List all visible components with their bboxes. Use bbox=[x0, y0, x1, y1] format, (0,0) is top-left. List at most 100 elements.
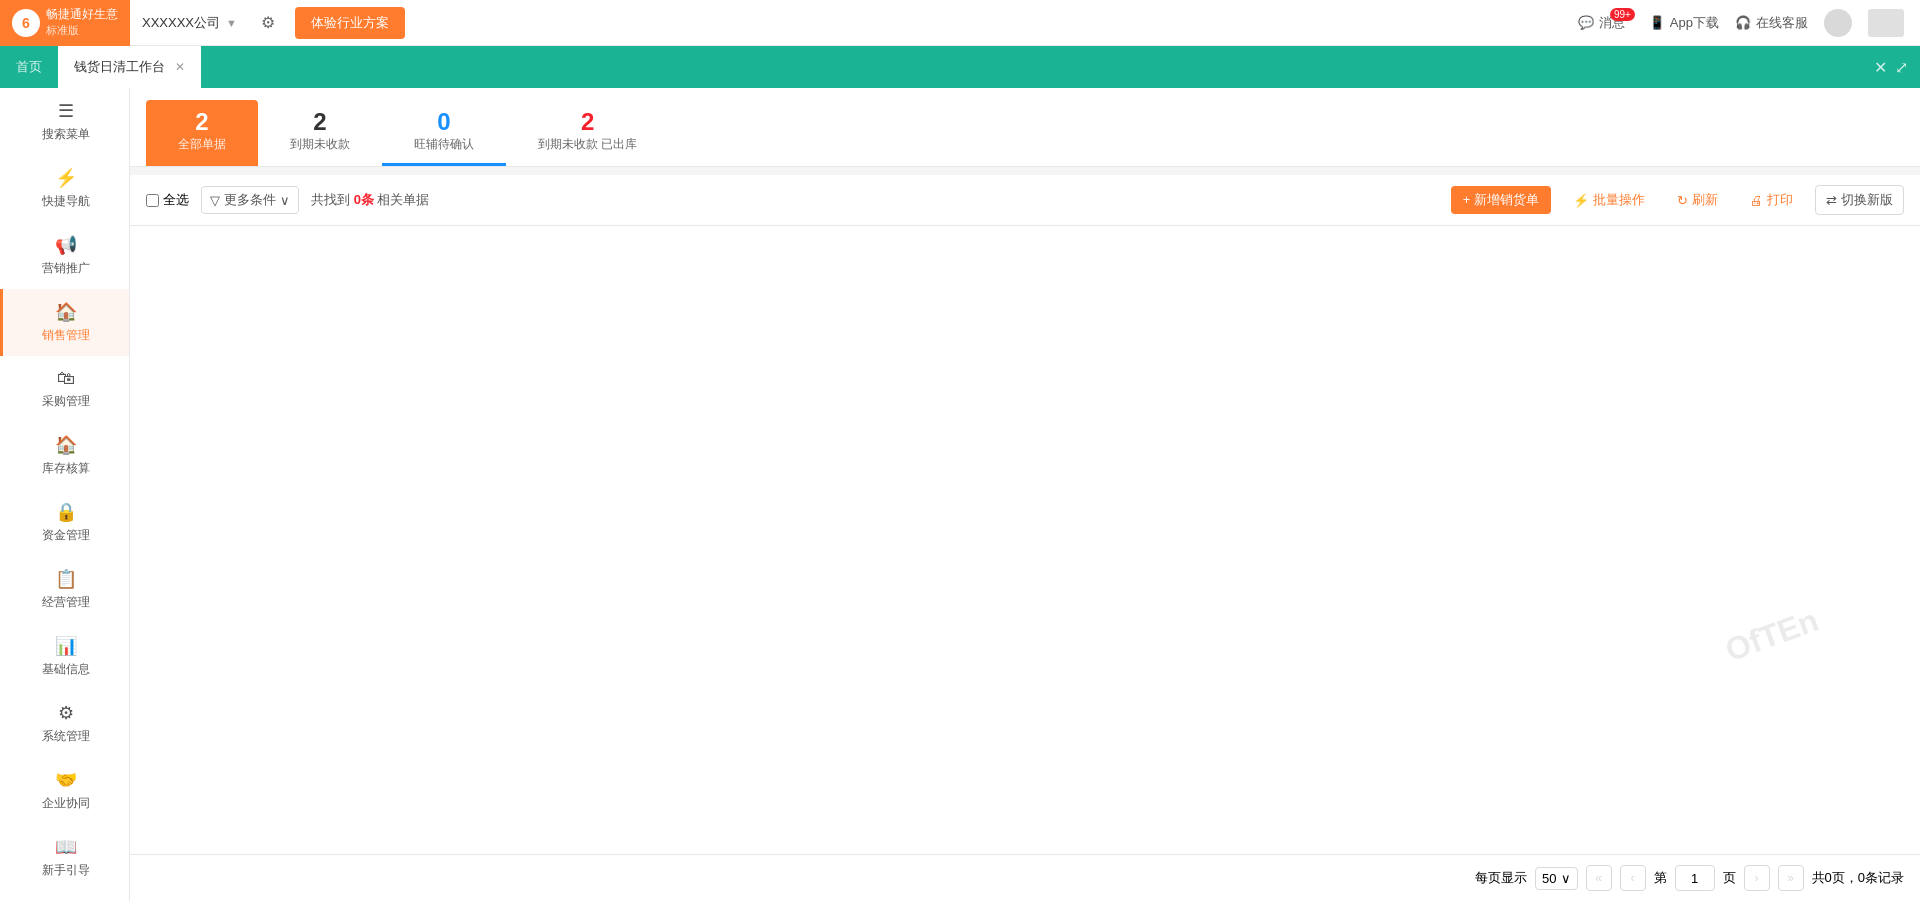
enterprise-icon: 🤝 bbox=[55, 769, 77, 791]
base-info-icon: 📊 bbox=[55, 635, 77, 657]
company-name: XXXXXX公司 bbox=[142, 14, 220, 32]
sidebar-item-search-label: 搜索菜单 bbox=[42, 126, 90, 143]
watermark: OfTEn bbox=[1721, 602, 1824, 670]
page-label: 第 bbox=[1654, 869, 1667, 887]
stat-all-label: 全部单据 bbox=[178, 136, 226, 153]
total-info: 共0页，0条记录 bbox=[1812, 869, 1904, 887]
filter-label: 更多条件 bbox=[224, 191, 276, 209]
stat-tab-wangwang[interactable]: 0 旺辅待确认 bbox=[382, 100, 506, 166]
refresh-icon: ↻ bbox=[1677, 193, 1688, 208]
header-right: 💬 消息 99+ 📱 App下载 🎧 在线客服 bbox=[1578, 9, 1904, 37]
sidebar-item-purchase[interactable]: 🛍 采购管理 bbox=[0, 356, 129, 422]
stat-tab-all[interactable]: 2 全部单据 bbox=[146, 100, 258, 166]
quick-nav-icon: ⚡ bbox=[55, 167, 77, 189]
per-page-select[interactable]: 50 ∨ bbox=[1535, 867, 1577, 890]
stat-overdue-label: 到期未收款 bbox=[290, 136, 350, 153]
sidebar-item-enterprise[interactable]: 🤝 企业协同 bbox=[0, 757, 129, 824]
sidebar-item-app-center[interactable]: 📥 应用中心 bbox=[0, 891, 129, 901]
page-suffix: 页 bbox=[1723, 869, 1736, 887]
sidebar-item-base-info-label: 基础信息 bbox=[42, 661, 90, 678]
content-area: 2 全部单据 2 到期未收款 0 旺辅待确认 2 到期未收款 已出库 全选 bbox=[130, 88, 1920, 901]
tab-expand-button[interactable]: ⤢ bbox=[1895, 58, 1908, 77]
stat-wangwang-label: 旺辅待确认 bbox=[414, 136, 474, 153]
tab-bar: 首页 钱货日清工作台 ✕ ✕ ⤢ bbox=[0, 46, 1920, 88]
tab-close-icon[interactable]: ✕ bbox=[175, 60, 185, 74]
tab-workbench[interactable]: 钱货日清工作台 ✕ bbox=[58, 46, 201, 88]
stat-tab-overdue-shipped[interactable]: 2 到期未收款 已出库 bbox=[506, 100, 669, 166]
service-label: 在线客服 bbox=[1756, 14, 1808, 32]
prev-page-button[interactable]: ‹ bbox=[1620, 865, 1646, 891]
sidebar-item-guide[interactable]: 📖 新手引导 bbox=[0, 824, 129, 891]
tab-close-window-button[interactable]: ✕ bbox=[1874, 58, 1887, 77]
stat-overdue-shipped-number: 2 bbox=[581, 108, 594, 136]
batch-ops-icon: ⚡ bbox=[1573, 193, 1589, 208]
trial-button[interactable]: 体验行业方案 bbox=[295, 7, 405, 39]
stat-wangwang-number: 0 bbox=[437, 108, 450, 136]
sidebar-item-base-info[interactable]: 📊 基础信息 bbox=[0, 623, 129, 690]
select-all-label: 全选 bbox=[163, 191, 189, 209]
gear-icon: ⚙ bbox=[261, 13, 275, 32]
last-page-button[interactable]: » bbox=[1778, 865, 1804, 891]
batch-ops-button[interactable]: ⚡ 批量操作 bbox=[1563, 186, 1655, 214]
filter-button[interactable]: ▽ 更多条件 ∨ bbox=[201, 186, 299, 214]
new-sale-button[interactable]: + 新增销货单 bbox=[1451, 186, 1551, 214]
company-selector[interactable]: XXXXXX公司 ▼ bbox=[130, 0, 249, 46]
user-menu[interactable] bbox=[1868, 9, 1904, 37]
online-service-button[interactable]: 🎧 在线客服 bbox=[1735, 14, 1808, 32]
logo-area: 6 畅捷通好生意 标准版 bbox=[0, 0, 130, 46]
pagination-bar: 每页显示 50 ∨ « ‹ 第 页 › » 共0页，0条记录 bbox=[130, 854, 1920, 901]
refresh-button[interactable]: ↻ 刷新 bbox=[1667, 186, 1728, 214]
settings-button[interactable]: ⚙ bbox=[249, 0, 287, 46]
guide-icon: 📖 bbox=[55, 836, 77, 858]
company-chevron: ▼ bbox=[226, 17, 237, 29]
found-text: 共找到 0条 相关单据 bbox=[311, 191, 429, 209]
switch-icon: ⇄ bbox=[1826, 193, 1837, 208]
per-page-chevron: ∨ bbox=[1561, 871, 1571, 886]
sidebar-item-system[interactable]: ⚙ 系统管理 bbox=[0, 690, 129, 757]
select-all-input[interactable] bbox=[146, 194, 159, 207]
sidebar-item-quick-nav[interactable]: ⚡ 快捷导航 bbox=[0, 155, 129, 222]
switch-version-button[interactable]: ⇄ 切换新版 bbox=[1815, 185, 1904, 215]
top-header: 6 畅捷通好生意 标准版 XXXXXX公司 ▼ ⚙ 体验行业方案 💬 消息 99… bbox=[0, 0, 1920, 46]
stat-overdue-shipped-label: 到期未收款 已出库 bbox=[538, 136, 637, 153]
first-page-button[interactable]: « bbox=[1586, 865, 1612, 891]
service-icon: 🎧 bbox=[1735, 15, 1751, 30]
next-page-button[interactable]: › bbox=[1744, 865, 1770, 891]
sales-icon: 🏠 bbox=[55, 301, 77, 323]
tab-home[interactable]: 首页 bbox=[0, 46, 58, 88]
sidebar-item-finance[interactable]: 🔒 资金管理 bbox=[0, 489, 129, 556]
main-layout: ☰ 搜索菜单 ⚡ 快捷导航 📢 营销推广 🏠 销售管理 🛍 采购管理 🏠 库存核… bbox=[0, 88, 1920, 901]
print-icon: 🖨 bbox=[1750, 193, 1763, 208]
sidebar-item-operations[interactable]: 📋 经营管理 bbox=[0, 556, 129, 623]
system-icon: ⚙ bbox=[58, 702, 74, 724]
app-download-button[interactable]: 📱 App下载 bbox=[1649, 14, 1719, 32]
logo-icon: 6 bbox=[12, 9, 40, 37]
app-label: App下载 bbox=[1670, 14, 1719, 32]
marketing-icon: 📢 bbox=[55, 234, 77, 256]
print-button[interactable]: 🖨 打印 bbox=[1740, 186, 1803, 214]
sidebar-item-sales-label: 销售管理 bbox=[42, 327, 90, 344]
sidebar-item-quick-nav-label: 快捷导航 bbox=[42, 193, 90, 210]
sidebar-item-operations-label: 经营管理 bbox=[42, 594, 90, 611]
message-button[interactable]: 💬 消息 99+ bbox=[1578, 14, 1625, 32]
sidebar-item-inventory-label: 库存核算 bbox=[42, 460, 90, 477]
toolbar: 全选 ▽ 更多条件 ∨ 共找到 0条 相关单据 + 新增销货单 ⚡ 批量操作 ↻ bbox=[130, 175, 1920, 226]
purchase-icon: 🛍 bbox=[57, 368, 75, 389]
stat-tab-overdue[interactable]: 2 到期未收款 bbox=[258, 100, 382, 166]
page-number-input[interactable] bbox=[1675, 865, 1715, 891]
filter-chevron-icon: ∨ bbox=[280, 193, 290, 208]
sidebar-item-search[interactable]: ☰ 搜索菜单 bbox=[0, 88, 129, 155]
stats-tabs: 2 全部单据 2 到期未收款 0 旺辅待确认 2 到期未收款 已出库 bbox=[130, 88, 1920, 167]
sidebar-item-system-label: 系统管理 bbox=[42, 728, 90, 745]
found-count: 0条 bbox=[354, 192, 374, 207]
inventory-icon: 🏠 bbox=[55, 434, 77, 456]
batch-ops-label: 批量操作 bbox=[1593, 191, 1645, 209]
sidebar-item-marketing[interactable]: 📢 营销推广 bbox=[0, 222, 129, 289]
sidebar-item-sales[interactable]: 🏠 销售管理 bbox=[0, 289, 129, 356]
toolbar-right: + 新增销货单 ⚡ 批量操作 ↻ 刷新 🖨 打印 ⇄ 切换新版 bbox=[1451, 185, 1904, 215]
select-all-checkbox[interactable]: 全选 bbox=[146, 191, 189, 209]
avatar[interactable] bbox=[1824, 9, 1852, 37]
sidebar-item-inventory[interactable]: 🏠 库存核算 bbox=[0, 422, 129, 489]
table-area: OfTEn bbox=[130, 226, 1920, 854]
search-menu-icon: ☰ bbox=[58, 100, 74, 122]
